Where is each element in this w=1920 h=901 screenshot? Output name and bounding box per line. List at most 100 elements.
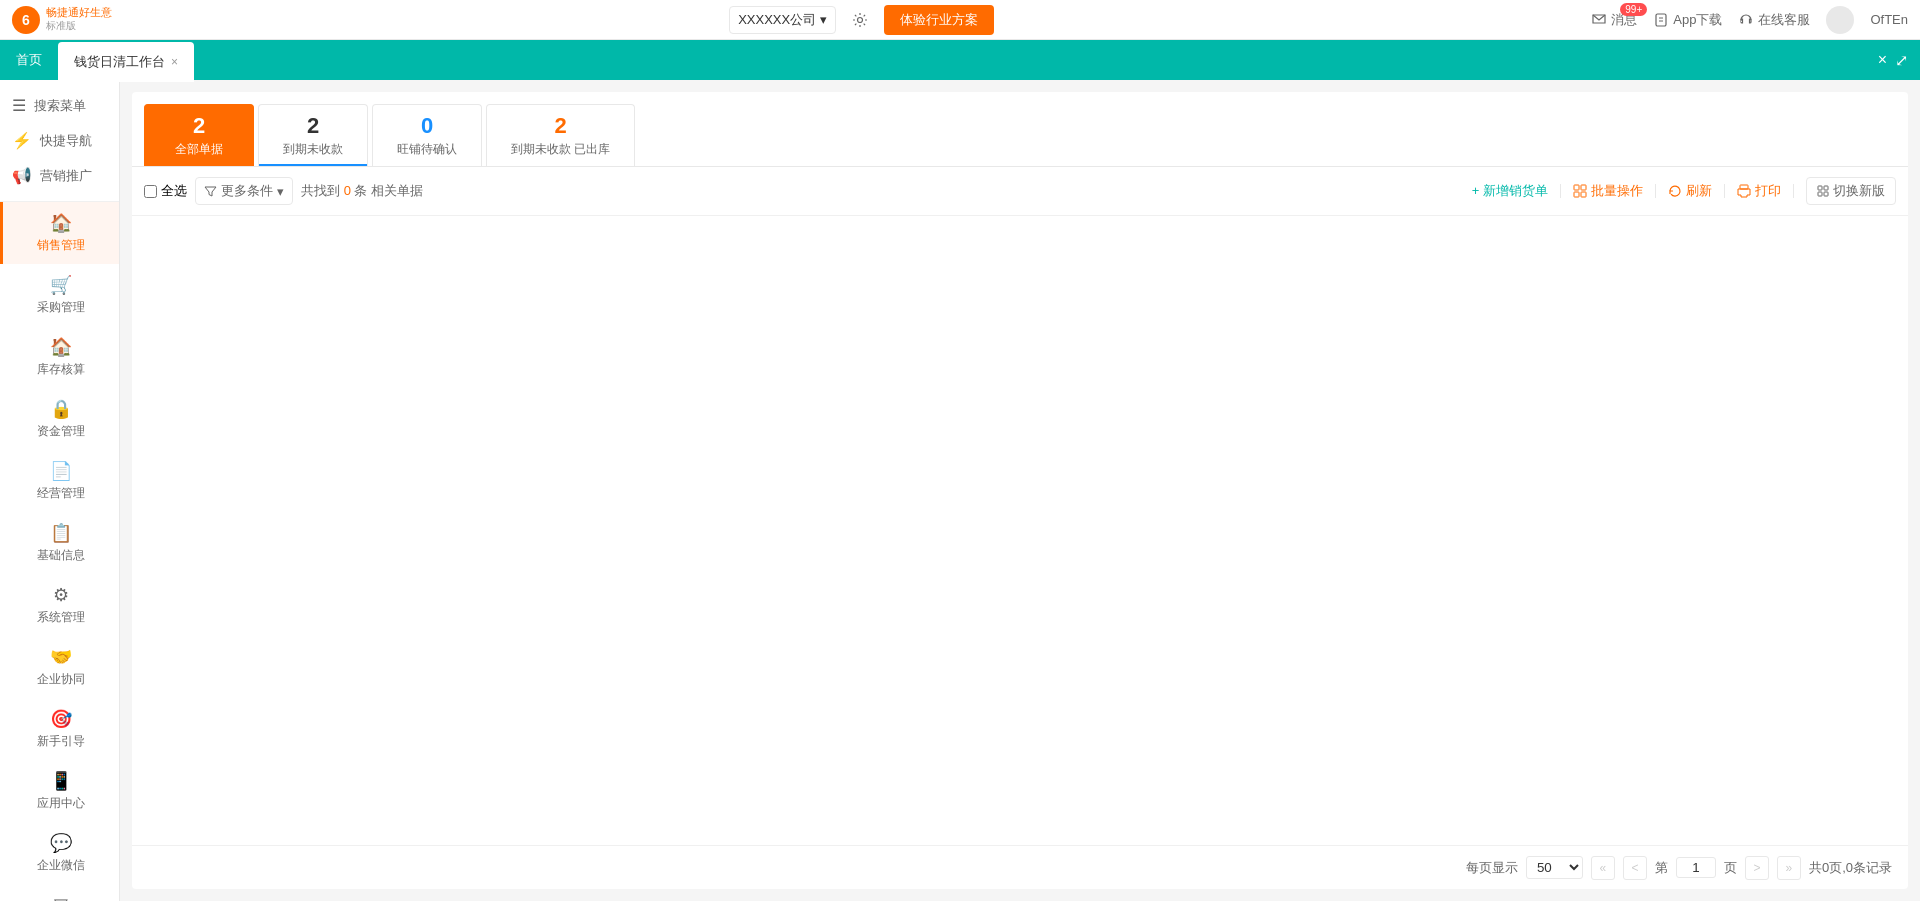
per-page-select[interactable]: 50 100 200 — [1526, 856, 1583, 879]
sidebar-item-basic-info[interactable]: 📋 基础信息 — [0, 512, 119, 574]
app-name: 畅捷通好生意 — [46, 6, 112, 19]
sidebar-item-wecom[interactable]: 💬 企业微信 — [0, 822, 119, 884]
message-button[interactable]: 消息 99+ — [1591, 11, 1637, 29]
prev-page-button[interactable]: < — [1623, 856, 1647, 880]
stat-tab-all[interactable]: 2 全部单据 — [144, 104, 254, 166]
filter-chevron: ▾ — [277, 184, 284, 199]
stat-count-out: 2 — [555, 113, 567, 139]
sidebar-item-system[interactable]: ⚙ 系统管理 — [0, 574, 119, 636]
page-prefix: 第 — [1655, 859, 1668, 877]
toolbar-divider1 — [1560, 184, 1561, 198]
purchase-label: 采购管理 — [37, 299, 85, 316]
sidebar-item-quick-nav[interactable]: ⚡ 快捷导航 — [0, 123, 119, 158]
purchase-icon: 🛒 — [50, 274, 72, 296]
page-input[interactable] — [1676, 857, 1716, 878]
app-download-button[interactable]: App下载 — [1653, 11, 1722, 29]
topbar-left: 6 畅捷通好生意 标准版 — [12, 6, 132, 34]
table-area — [132, 216, 1908, 845]
stat-count-all: 2 — [193, 113, 205, 139]
svg-rect-7 — [1818, 186, 1822, 190]
search-menu-label: 搜索菜单 — [34, 97, 86, 115]
toolbar: 全选 更多条件 ▾ 共找到 0 条 相关单据 — [132, 167, 1908, 216]
inventory-label: 库存核算 — [37, 361, 85, 378]
sales-label: 销售管理 — [37, 237, 85, 254]
svg-rect-5 — [1581, 192, 1586, 197]
sidebar-item-apps[interactable]: 📱 应用中心 — [0, 760, 119, 822]
sidebar-item-finance[interactable]: 🔒 资金管理 — [0, 388, 119, 450]
stat-tab-out[interactable]: 2 到期未收款 已出库 — [486, 104, 635, 166]
refresh-button[interactable]: 刷新 — [1668, 182, 1712, 200]
wecom-icon: 💬 — [50, 832, 72, 854]
overdue-underline — [259, 164, 367, 166]
sidebar-item-marketing[interactable]: 📢 营销推广 — [0, 158, 119, 193]
company-name: XXXXXX公司 — [738, 11, 816, 29]
content-area: 2 全部单据 2 到期未收款 0 旺铺待确认 2 到期未收款 已出库 — [120, 80, 1920, 901]
finance-icon: 🔒 — [50, 398, 72, 420]
filter-button[interactable]: 更多条件 ▾ — [195, 177, 293, 205]
select-all-label: 全选 — [161, 182, 187, 200]
page-suffix: 页 — [1724, 859, 1737, 877]
select-all-checkbox[interactable]: 全选 — [144, 182, 187, 200]
toolbar-divider3 — [1724, 184, 1725, 198]
tab-home[interactable]: 首页 — [0, 40, 58, 80]
logo-icon: 6 — [12, 6, 40, 34]
wecom-label: 企业微信 — [37, 857, 85, 874]
new-sale-button[interactable]: + 新增销货单 — [1472, 182, 1548, 200]
toolbar-divider4 — [1793, 184, 1794, 198]
cooperation-label: 企业协同 — [37, 671, 85, 688]
next-page-button[interactable]: > — [1745, 856, 1769, 880]
switch-version-button[interactable]: 切换新版 — [1806, 177, 1896, 205]
stats-tabs: 2 全部单据 2 到期未收款 0 旺铺待确认 2 到期未收款 已出库 — [132, 92, 1908, 167]
switch-label: 切换新版 — [1833, 182, 1885, 200]
select-all-input[interactable] — [144, 185, 157, 198]
stat-label-out: 到期未收款 已出库 — [511, 141, 610, 158]
found-text: 共找到 0 条 相关单据 — [301, 182, 423, 200]
stat-tab-pending[interactable]: 0 旺铺待确认 — [372, 104, 482, 166]
window-expand-button[interactable]: ⤢ — [1895, 51, 1908, 70]
sidebar-top-actions: ☰ 搜索菜单 ⚡ 快捷导航 📢 营销推广 — [0, 80, 119, 202]
window-close-button[interactable]: × — [1878, 51, 1887, 69]
batch-button[interactable]: 批量操作 — [1573, 182, 1643, 200]
company-selector[interactable]: XXXXXX公司 ▾ — [729, 6, 836, 34]
svg-rect-1 — [1656, 14, 1666, 26]
settings-button[interactable] — [846, 6, 874, 34]
system-label: 系统管理 — [37, 609, 85, 626]
sidebar-item-operations[interactable]: 📄 经营管理 — [0, 450, 119, 512]
svg-rect-3 — [1581, 185, 1586, 190]
sidebar-item-search-menu[interactable]: ☰ 搜索菜单 — [0, 88, 119, 123]
sidebar-item-inventory[interactable]: 🏠 库存核算 — [0, 326, 119, 388]
system-icon: ⚙ — [53, 584, 69, 606]
svg-rect-4 — [1574, 192, 1579, 197]
avatar[interactable] — [1826, 6, 1854, 34]
sidebar-item-guide[interactable]: 🎯 新手引导 — [0, 698, 119, 760]
refresh-label: 刷新 — [1686, 182, 1712, 200]
sidebar-item-cooperation[interactable]: 🤝 企业协同 — [0, 636, 119, 698]
marketing-label: 营销推广 — [40, 167, 92, 185]
sidebar-item-sales[interactable]: 🏠 销售管理 — [0, 202, 119, 264]
found-suffix: 相关单据 — [371, 183, 423, 198]
first-page-button[interactable]: « — [1591, 856, 1615, 880]
tab-cashflow[interactable]: 钱货日清工作台 × — [58, 42, 194, 82]
online-service-label: 在线客服 — [1758, 11, 1810, 29]
topbar: 6 畅捷通好生意 标准版 XXXXXX公司 ▾ 体验行业方案 消息 99+ Ap… — [0, 0, 1920, 40]
app-download-label: App下载 — [1673, 11, 1722, 29]
inventory-icon: 🏠 — [50, 336, 72, 358]
svg-rect-8 — [1824, 186, 1828, 190]
stat-tab-overdue[interactable]: 2 到期未收款 — [258, 104, 368, 166]
print-button[interactable]: 打印 — [1737, 182, 1781, 200]
svg-rect-6 — [1740, 185, 1748, 189]
nav-tabs: 首页 钱货日清工作台 × × ⤢ — [0, 40, 1920, 80]
stat-label-pending: 旺铺待确认 — [397, 141, 457, 158]
member-icon: ▽ — [54, 894, 68, 901]
tab-close-icon[interactable]: × — [171, 55, 178, 69]
svg-rect-9 — [1818, 192, 1822, 196]
operations-icon: 📄 — [50, 460, 72, 482]
sidebar-item-purchase[interactable]: 🛒 采购管理 — [0, 264, 119, 326]
marketing-icon: 📢 — [12, 166, 32, 185]
last-page-button[interactable]: » — [1777, 856, 1801, 880]
online-service-button[interactable]: 在线客服 — [1738, 11, 1810, 29]
message-badge: 99+ — [1620, 3, 1647, 16]
trial-button[interactable]: 体验行业方案 — [884, 5, 994, 35]
svg-rect-2 — [1574, 185, 1579, 190]
sidebar-item-member[interactable]: ▽ 畅会员 — [0, 884, 119, 901]
